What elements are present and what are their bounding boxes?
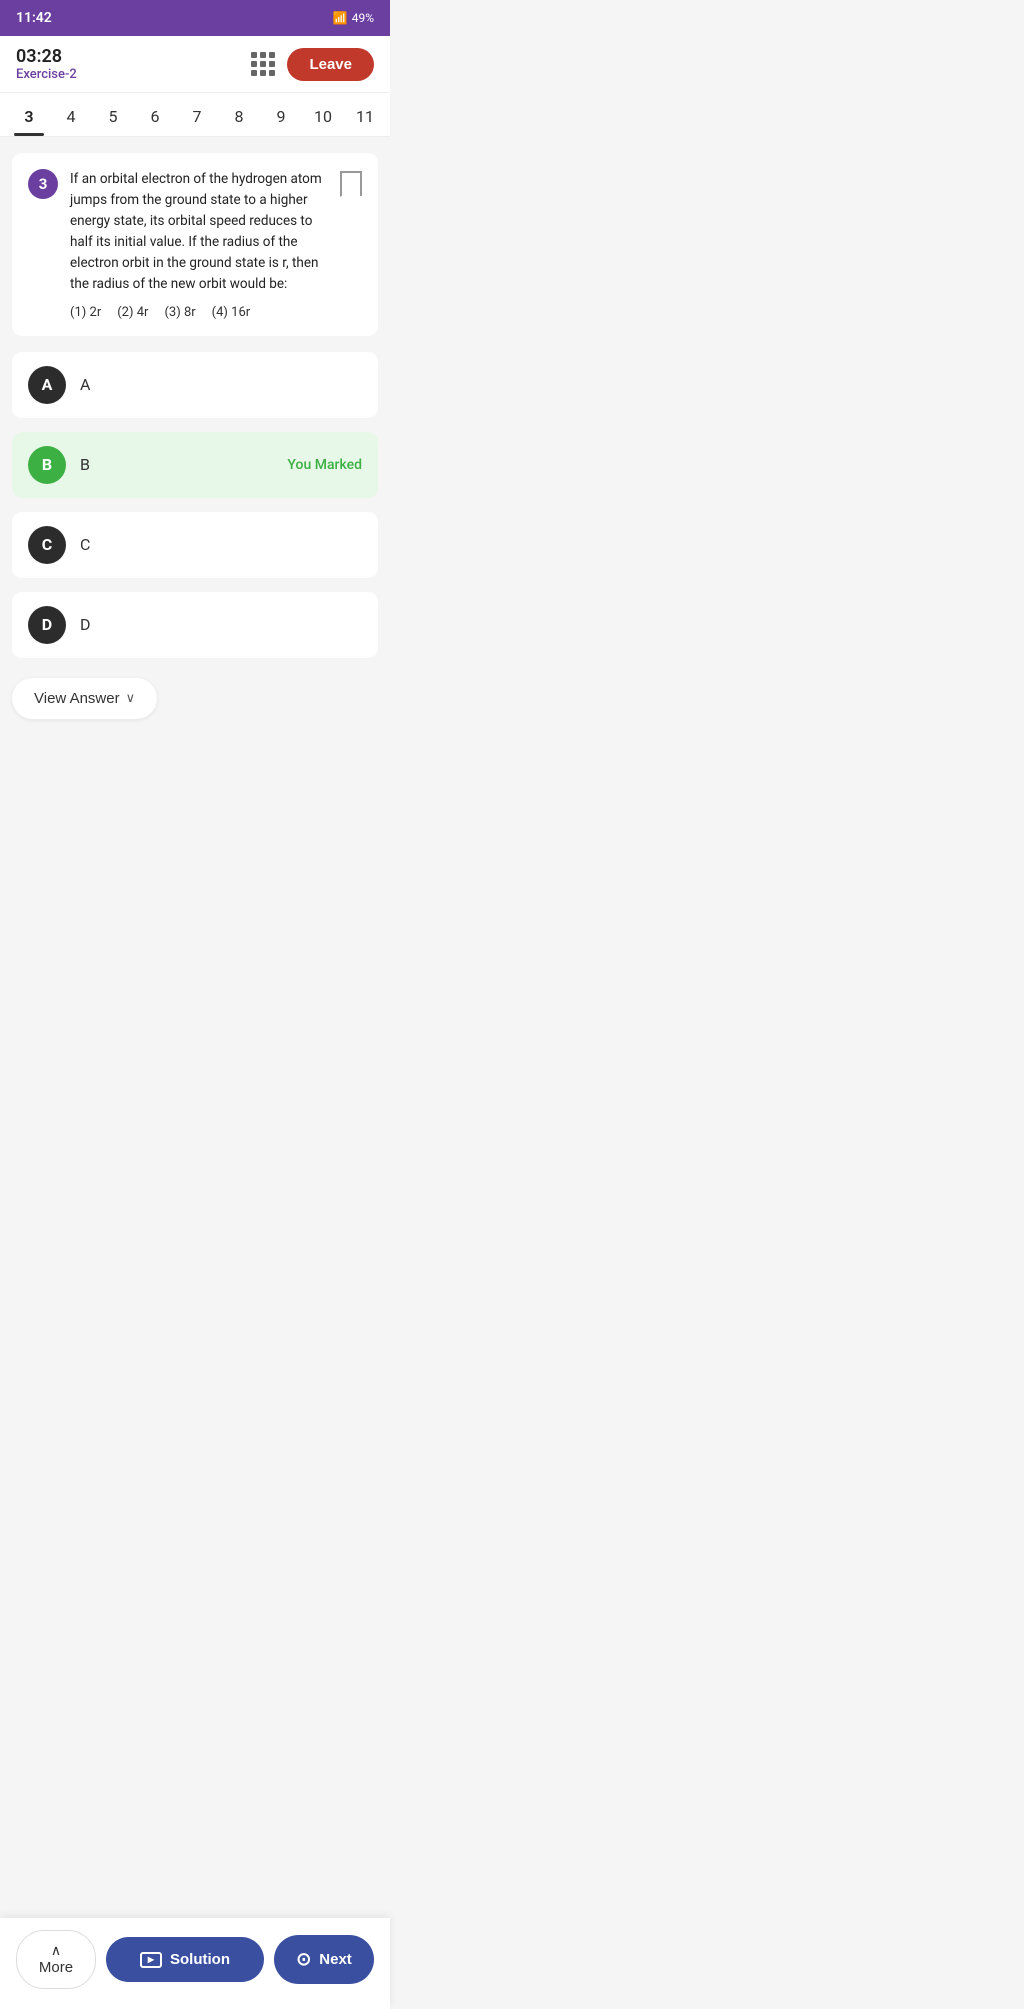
main-content: 3 If an orbital electron of the hydrogen… bbox=[0, 137, 390, 839]
option-label-c: C bbox=[80, 535, 362, 554]
option-circle-a: A bbox=[28, 366, 66, 404]
status-icons: 📶 49% bbox=[333, 11, 374, 25]
leave-button[interactable]: Leave bbox=[287, 48, 374, 81]
more-button[interactable]: ∧ More bbox=[16, 1930, 96, 1989]
option-circle-c: C bbox=[28, 526, 66, 564]
option-label-a: A bbox=[80, 375, 362, 394]
solution-icon bbox=[140, 1952, 162, 1968]
question-card: 3 If an orbital electron of the hydrogen… bbox=[12, 153, 378, 336]
status-bar: 11:42 📶 49% bbox=[0, 0, 390, 36]
tab-item-1[interactable]: 1 bbox=[388, 93, 390, 136]
next-button[interactable]: ⊙ Next bbox=[274, 1935, 374, 1984]
header: 03:28 Exercise-2 Leave bbox=[0, 36, 390, 93]
wifi-icon: 📶 bbox=[333, 11, 348, 25]
chevron-down-icon: ∨ bbox=[126, 690, 136, 706]
tabs-bar: 345678910111 bbox=[0, 93, 390, 137]
next-label: Next bbox=[319, 1951, 352, 1968]
options-list: AA BB You Marked CC DD bbox=[12, 352, 378, 658]
next-icon: ⊙ bbox=[296, 1949, 311, 1970]
bottom-bar: ∧ More Solution ⊙ Next bbox=[0, 1918, 390, 2009]
status-time: 11:42 bbox=[16, 10, 52, 26]
option-b[interactable]: BB You Marked bbox=[12, 432, 378, 498]
tab-item-10[interactable]: 10 bbox=[304, 93, 342, 136]
more-label: More bbox=[39, 1959, 73, 1976]
option-row-item: (2) 4r bbox=[117, 305, 148, 320]
you-marked-text: You Marked bbox=[287, 457, 362, 473]
tab-item-8[interactable]: 8 bbox=[220, 93, 258, 136]
question-header: 3 If an orbital electron of the hydrogen… bbox=[28, 169, 362, 295]
solution-button[interactable]: Solution bbox=[106, 1937, 264, 1982]
question-number-badge: 3 bbox=[28, 169, 58, 199]
battery-icon: 49% bbox=[352, 11, 374, 25]
option-label-b: B bbox=[80, 455, 273, 474]
option-circle-d: D bbox=[28, 606, 66, 644]
tab-item-3[interactable]: 3 bbox=[10, 93, 48, 136]
header-right: Leave bbox=[251, 48, 374, 81]
option-row-item: (4) 16r bbox=[212, 305, 251, 320]
bookmark-icon[interactable] bbox=[340, 171, 362, 197]
tab-item-4[interactable]: 4 bbox=[52, 93, 90, 136]
header-left: 03:28 Exercise-2 bbox=[16, 46, 77, 82]
option-d[interactable]: DD bbox=[12, 592, 378, 658]
tab-item-7[interactable]: 7 bbox=[178, 93, 216, 136]
grid-icon[interactable] bbox=[251, 52, 275, 76]
more-chevron-icon: ∧ bbox=[51, 1943, 61, 1957]
view-answer-label: View Answer bbox=[34, 690, 120, 707]
tab-item-11[interactable]: 11 bbox=[346, 93, 384, 136]
header-timer: 03:28 bbox=[16, 46, 77, 67]
view-answer-button[interactable]: View Answer ∨ bbox=[12, 678, 157, 719]
tab-item-6[interactable]: 6 bbox=[136, 93, 174, 136]
solution-label: Solution bbox=[170, 1951, 230, 1968]
option-circle-b: B bbox=[28, 446, 66, 484]
options-row: (1) 2r (2) 4r (3) 8r (4) 16r bbox=[28, 305, 362, 320]
option-label-d: D bbox=[80, 615, 362, 634]
option-c[interactable]: CC bbox=[12, 512, 378, 578]
tab-item-5[interactable]: 5 bbox=[94, 93, 132, 136]
option-a[interactable]: AA bbox=[12, 352, 378, 418]
option-row-item: (1) 2r bbox=[70, 305, 101, 320]
header-subtitle: Exercise-2 bbox=[16, 67, 77, 82]
option-row-item: (3) 8r bbox=[164, 305, 195, 320]
tab-item-9[interactable]: 9 bbox=[262, 93, 300, 136]
question-text: If an orbital electron of the hydrogen a… bbox=[70, 169, 328, 295]
